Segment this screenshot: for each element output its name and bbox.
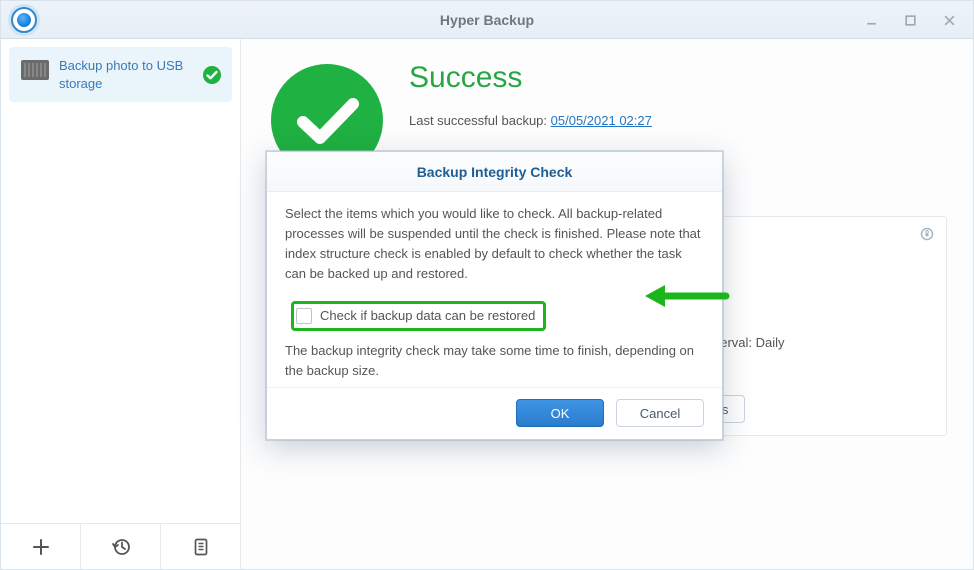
last-backup-row: Last successful backup: 05/05/2021 02:27 (409, 113, 947, 128)
dialog-title: Backup Integrity Check (267, 152, 722, 192)
last-backup-link[interactable]: 05/05/2021 02:27 (551, 113, 652, 128)
lock-icon (918, 225, 936, 246)
log-button[interactable] (161, 524, 240, 569)
success-title: Success (409, 61, 947, 95)
highlight-annotation: Check if backup data can be restored (291, 301, 546, 331)
task-label: Backup photo to USB storage (59, 57, 222, 92)
disk-icon (21, 60, 49, 80)
window-title: Hyper Backup (440, 12, 534, 28)
add-task-button[interactable] (1, 524, 81, 569)
minimize-button[interactable] (853, 7, 889, 33)
history-button[interactable] (81, 524, 161, 569)
cancel-button[interactable]: Cancel (616, 399, 704, 427)
ok-button[interactable]: OK (516, 399, 604, 427)
dialog-integrity-check: Backup Integrity Check Select the items … (266, 151, 723, 440)
success-check-icon (202, 65, 222, 85)
task-item[interactable]: Backup photo to USB storage (9, 47, 232, 102)
close-button[interactable] (931, 7, 967, 33)
dialog-intro: Select the items which you would like to… (285, 204, 704, 285)
last-backup-label: Last successful backup: (409, 113, 551, 128)
maximize-button[interactable] (892, 7, 928, 33)
restore-check-checkbox[interactable] (296, 308, 312, 324)
sidebar: Backup photo to USB storage (1, 39, 241, 569)
restore-check-label: Check if backup data can be restored (320, 306, 535, 326)
app-icon (11, 7, 37, 33)
dialog-hint: The backup integrity check may take some… (285, 341, 704, 381)
